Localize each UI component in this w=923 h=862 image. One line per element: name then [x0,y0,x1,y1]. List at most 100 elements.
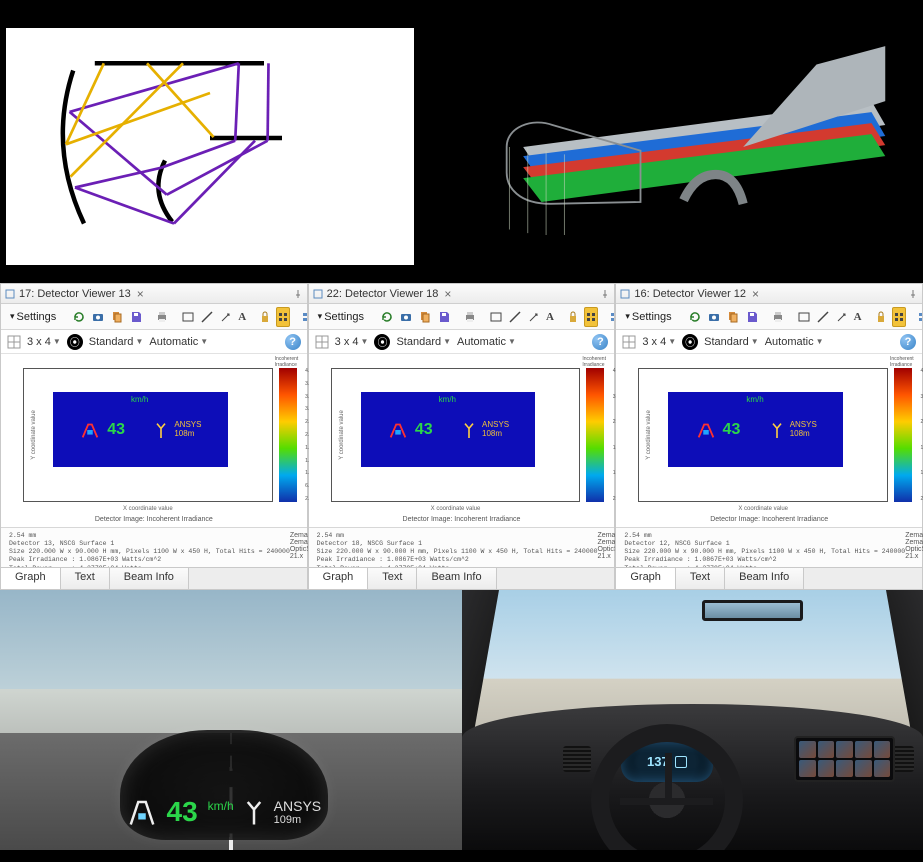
plot-caption: Detector Image: Incoherent Irradiance [1,514,307,527]
help-icon[interactable]: ? [285,334,301,350]
copy-icon[interactable] [417,307,433,327]
fork-icon [770,422,784,438]
settings-button[interactable]: ▾Settings [313,307,369,327]
save-icon[interactable] [436,307,452,327]
tab-beam-info[interactable]: Beam Info [725,568,804,589]
layout-grid-icon[interactable] [315,335,329,349]
ribbon: 3 x 4▼ ⦿ Standard▼ Automatic▼ ? [1,330,307,354]
rows-icon[interactable] [916,307,922,327]
snapshot-icon[interactable] [398,307,414,327]
text-tool-icon[interactable]: A [237,307,247,327]
auto-dropdown[interactable]: Automatic▼ [149,336,208,348]
arrow-tool-icon[interactable] [218,307,234,327]
text-tool-icon[interactable]: A [545,307,555,327]
plot-area[interactable]: Y coordinate value X coordinate value 43… [616,354,922,514]
line-tool-icon[interactable] [507,307,523,327]
print-icon[interactable] [462,307,478,327]
rows-icon[interactable] [300,307,306,327]
refresh-icon[interactable] [71,307,87,327]
refresh-icon[interactable] [379,307,395,327]
hud-speed: 43 [107,421,125,439]
lane-car-icon [127,797,157,827]
fork-icon [244,799,264,825]
target-icon[interactable]: ⦿ [374,334,390,350]
auto-dropdown[interactable]: Automatic▼ [765,336,824,348]
mode-dropdown[interactable]: Standard▼ [396,336,451,348]
copy-icon[interactable] [725,307,741,327]
grid-size-dropdown[interactable]: 3 x 4▼ [642,336,676,348]
close-tab-icon[interactable]: × [750,287,761,301]
titlebar[interactable]: 16: Detector Viewer 12 × [616,284,922,304]
refresh-icon[interactable] [687,307,703,327]
lane-car-icon [79,419,101,441]
titlebar[interactable]: 17: Detector Viewer 13 × [1,284,307,304]
tab-graph[interactable]: Graph [616,568,676,589]
help-icon[interactable]: ? [900,334,916,350]
rect-tool-icon[interactable] [488,307,504,327]
auto-dropdown[interactable]: Automatic▼ [457,336,516,348]
layout-grid-icon[interactable] [622,335,636,349]
highlight-icon[interactable] [584,307,598,327]
line-tool-icon[interactable] [815,307,831,327]
plot-area[interactable]: Y coordinate value X coordinate value 43… [1,354,307,514]
mode-dropdown[interactable]: Standard▼ [704,336,759,348]
plot-caption: Detector Image: Incoherent Irradiance [309,514,615,527]
copy-icon[interactable] [109,307,125,327]
hud-unit: km/h [131,395,148,404]
line-tool-icon[interactable] [199,307,215,327]
titlebar[interactable]: 22: Detector Viewer 18 × [309,284,615,304]
detector-icon [313,289,323,299]
text-tool-icon[interactable]: A [853,307,863,327]
snapshot-icon[interactable] [90,307,106,327]
lock-icon[interactable] [873,307,889,327]
pin-icon[interactable] [293,289,303,299]
arrow-tool-icon[interactable] [834,307,850,327]
target-icon[interactable]: ⦿ [67,334,83,350]
grid-size-dropdown[interactable]: 3 x 4▼ [335,336,369,348]
print-icon[interactable] [770,307,786,327]
tab-beam-info[interactable]: Beam Info [417,568,496,589]
settings-button[interactable]: ▾ Settings [5,307,61,327]
close-tab-icon[interactable]: × [135,287,146,301]
save-icon[interactable] [128,307,144,327]
tab-beam-info[interactable]: Beam Info [110,568,189,589]
arrow-tool-icon[interactable] [526,307,542,327]
help-icon[interactable]: ? [592,334,608,350]
lock-icon[interactable] [565,307,581,327]
layout-grid-icon[interactable] [7,335,21,349]
close-tab-icon[interactable]: × [442,287,453,301]
hud-brand: ANSYS108m [790,421,817,438]
rows-icon[interactable] [608,307,614,327]
lock-icon[interactable] [257,307,273,327]
print-icon[interactable] [154,307,170,327]
tab-text[interactable]: Text [368,568,417,589]
pin-icon[interactable] [600,289,610,299]
hud-combiner: 43 km/h ANSYS 109m [120,730,328,839]
lane-car-icon [387,419,409,441]
settings-button[interactable]: ▾Settings [620,307,676,327]
plot-area[interactable]: Y coordinate value X coordinate value 43… [309,354,615,514]
ray-schematic-panel [6,28,414,265]
grid-size-dropdown[interactable]: 3 x 4▼ [27,336,61,348]
rect-tool-icon[interactable] [180,307,196,327]
pin-icon[interactable] [908,289,918,299]
target-icon[interactable]: ⦿ [682,334,698,350]
tab-graph[interactable]: Graph [1,568,61,589]
footer-stats: 2.54 mm Detector 18, NSCG Surface 1 Size… [317,532,598,563]
mode-dropdown[interactable]: Standard▼ [89,336,144,348]
highlight-icon[interactable] [892,307,906,327]
plot-caption: Detector Image: Incoherent Irradiance [616,514,922,527]
cockpit-view: 137 [462,590,923,850]
ray-schematic-svg [30,42,390,252]
cad-panel [454,28,904,265]
tab-graph[interactable]: Graph [309,568,369,589]
detector-viewer-2: 16: Detector Viewer 12 × ▾Settings A [615,283,923,590]
bottom-tabs: Graph Text Beam Info [616,567,922,589]
rect-tool-icon[interactable] [796,307,812,327]
tab-text[interactable]: Text [61,568,110,589]
highlight-icon[interactable] [276,307,290,327]
tab-text[interactable]: Text [676,568,725,589]
bottom-tabs: Graph Text Beam Info [309,567,615,589]
snapshot-icon[interactable] [706,307,722,327]
save-icon[interactable] [744,307,760,327]
